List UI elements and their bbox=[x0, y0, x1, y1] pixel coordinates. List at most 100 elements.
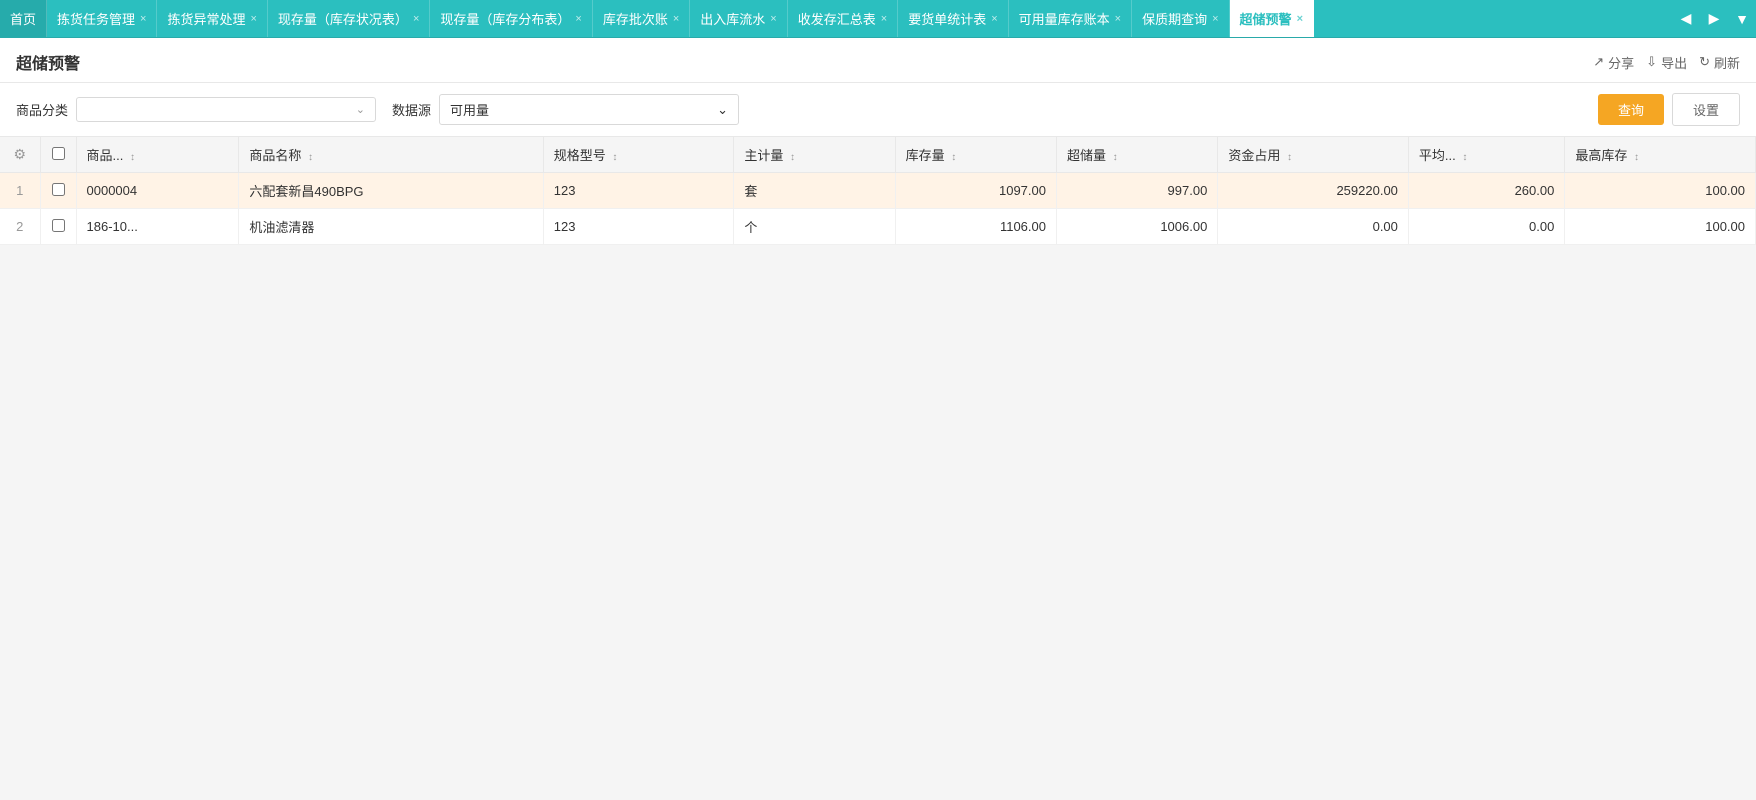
cell-avg: 260.00 bbox=[1408, 173, 1564, 209]
close-icon[interactable]: × bbox=[250, 13, 256, 25]
row-checkbox-cell[interactable] bbox=[40, 209, 76, 245]
cell-product-name: 机油滤清器 bbox=[239, 209, 543, 245]
cell-product-name: 六配套新昌490BPG bbox=[239, 173, 543, 209]
col-product-code[interactable]: 商品... ↕ bbox=[76, 137, 239, 173]
close-icon[interactable]: × bbox=[1297, 13, 1303, 25]
sort-icon: ↕ bbox=[951, 152, 956, 163]
col-over-stock[interactable]: 超储量 ↕ bbox=[1056, 137, 1217, 173]
gear-icon[interactable]: ⚙ bbox=[13, 146, 26, 162]
export-icon: ⇩ bbox=[1646, 54, 1657, 70]
row-number: 2 bbox=[0, 209, 40, 245]
chevron-down-icon: ⌄ bbox=[356, 103, 365, 116]
nav-next-button[interactable]: ▶ bbox=[1700, 0, 1728, 38]
sort-icon: ↕ bbox=[1634, 152, 1639, 163]
nav-label: 库存批次账 bbox=[603, 9, 668, 28]
share-button[interactable]: ↗ 分享 bbox=[1593, 53, 1634, 72]
chevron-down-icon: ⌄ bbox=[717, 102, 728, 118]
share-icon: ↗ bbox=[1593, 54, 1604, 70]
close-icon[interactable]: × bbox=[991, 13, 997, 25]
row-checkbox[interactable] bbox=[52, 219, 65, 232]
nav-more-button[interactable]: ▼ bbox=[1728, 0, 1756, 38]
col-max-stock[interactable]: 最高库存 ↕ bbox=[1565, 137, 1756, 173]
nav-item-stock-status[interactable]: 现存量（库存状况表） × bbox=[268, 0, 430, 38]
col-capital[interactable]: 资金占用 ↕ bbox=[1218, 137, 1409, 173]
select-all-checkbox[interactable] bbox=[52, 147, 65, 160]
nav-label: 现存量（库存状况表） bbox=[278, 9, 408, 28]
nav-item-expiry[interactable]: 保质期查询 × bbox=[1132, 0, 1229, 38]
nav-item-available[interactable]: 可用量库存账本 × bbox=[1009, 0, 1132, 38]
nav-label: 拣货异常处理 bbox=[167, 9, 245, 28]
filter-category-group: 商品分类 ⌄ bbox=[16, 97, 376, 122]
sort-icon: ↕ bbox=[790, 152, 795, 163]
datasource-label: 数据源 bbox=[392, 100, 431, 119]
cell-max-stock: 100.00 bbox=[1565, 209, 1756, 245]
nav-label: 要货单统计表 bbox=[908, 9, 986, 28]
nav-label: 出入库流水 bbox=[700, 9, 765, 28]
cell-max-stock: 100.00 bbox=[1565, 173, 1756, 209]
row-number: 1 bbox=[0, 173, 40, 209]
close-icon[interactable]: × bbox=[881, 13, 887, 25]
sort-icon: ↕ bbox=[1113, 152, 1118, 163]
nav-item-summary[interactable]: 收发存汇总表 × bbox=[788, 0, 898, 38]
col-stock[interactable]: 库存量 ↕ bbox=[895, 137, 1056, 173]
col-unit[interactable]: 主计量 ↕ bbox=[734, 137, 895, 173]
col-avg[interactable]: 平均... ↕ bbox=[1408, 137, 1564, 173]
category-select[interactable]: ⌄ bbox=[76, 97, 376, 122]
nav-label: 收发存汇总表 bbox=[798, 9, 876, 28]
cell-product-code: 186-10... bbox=[76, 209, 239, 245]
nav-label: 保质期查询 bbox=[1142, 9, 1207, 28]
close-icon[interactable]: × bbox=[575, 13, 581, 25]
row-checkbox[interactable] bbox=[52, 183, 65, 196]
nav-label: 可用量库存账本 bbox=[1019, 9, 1110, 28]
nav-prev-button[interactable]: ◀ bbox=[1672, 0, 1700, 38]
row-checkbox-cell[interactable] bbox=[40, 173, 76, 209]
table-row: 2 186-10... 机油滤清器 123 个 1106.00 1006.00 … bbox=[0, 209, 1756, 245]
nav-item-batch[interactable]: 库存批次账 × bbox=[593, 0, 690, 38]
nav-item-order-stat[interactable]: 要货单统计表 × bbox=[898, 0, 1008, 38]
cell-spec: 123 bbox=[543, 173, 734, 209]
close-icon[interactable]: × bbox=[140, 13, 146, 25]
close-icon[interactable]: × bbox=[673, 13, 679, 25]
refresh-icon: ↻ bbox=[1699, 54, 1710, 70]
cell-over-stock: 997.00 bbox=[1056, 173, 1217, 209]
table-body: 1 0000004 六配套新昌490BPG 123 套 1097.00 997.… bbox=[0, 173, 1756, 245]
nav-item-flow[interactable]: 出入库流水 × bbox=[690, 0, 787, 38]
cell-avg: 0.00 bbox=[1408, 209, 1564, 245]
nav-item-home[interactable]: 首页 bbox=[0, 0, 47, 38]
datasource-select[interactable]: 可用量 ⌄ bbox=[439, 94, 739, 125]
nav-label: 超储预警 bbox=[1240, 9, 1292, 28]
category-label: 商品分类 bbox=[16, 100, 68, 119]
top-nav: 首页 拣货任务管理 × 拣货异常处理 × 现存量（库存状况表） × 现存量（库存… bbox=[0, 0, 1756, 38]
page-title: 超储预警 bbox=[16, 50, 80, 74]
close-icon[interactable]: × bbox=[770, 13, 776, 25]
table-container: ⚙ 商品... ↕ 商品名称 ↕ 规格型号 ↕ bbox=[0, 136, 1756, 245]
query-button[interactable]: 查询 bbox=[1598, 94, 1664, 125]
nav-item-abnormal[interactable]: 拣货异常处理 × bbox=[157, 0, 267, 38]
datasource-value: 可用量 bbox=[450, 100, 489, 119]
sort-icon: ↕ bbox=[1287, 152, 1292, 163]
export-button[interactable]: ⇩ 导出 bbox=[1646, 53, 1687, 72]
close-icon[interactable]: × bbox=[1115, 13, 1121, 25]
nav-item-task[interactable]: 拣货任务管理 × bbox=[47, 0, 157, 38]
filter-datasource-group: 数据源 可用量 ⌄ bbox=[392, 94, 739, 125]
filter-right-actions: 查询 设置 bbox=[1598, 93, 1740, 126]
settings-button[interactable]: 设置 bbox=[1672, 93, 1740, 126]
refresh-button[interactable]: ↻ 刷新 bbox=[1699, 53, 1740, 72]
close-icon[interactable]: × bbox=[413, 13, 419, 25]
col-product-name[interactable]: 商品名称 ↕ bbox=[239, 137, 543, 173]
nav-item-stock-dist[interactable]: 现存量（库存分布表） × bbox=[430, 0, 592, 38]
nav-item-overstock[interactable]: 超储预警 × bbox=[1230, 0, 1314, 38]
col-checkbox-header[interactable] bbox=[40, 137, 76, 173]
page-container: 超储预警 ↗ 分享 ⇩ 导出 ↻ 刷新 商品分类 ⌄ 数据源 bbox=[0, 38, 1756, 245]
sort-icon: ↕ bbox=[612, 152, 617, 163]
nav-label: 拣货任务管理 bbox=[57, 9, 135, 28]
cell-stock: 1097.00 bbox=[895, 173, 1056, 209]
cell-product-code: 0000004 bbox=[76, 173, 239, 209]
col-settings[interactable]: ⚙ bbox=[0, 137, 40, 173]
cell-capital: 0.00 bbox=[1218, 209, 1409, 245]
col-spec[interactable]: 规格型号 ↕ bbox=[543, 137, 734, 173]
page-header: 超储预警 ↗ 分享 ⇩ 导出 ↻ 刷新 bbox=[0, 38, 1756, 83]
nav-label: 现存量（库存分布表） bbox=[440, 9, 570, 28]
table-header-row: ⚙ 商品... ↕ 商品名称 ↕ 规格型号 ↕ bbox=[0, 137, 1756, 173]
close-icon[interactable]: × bbox=[1212, 13, 1218, 25]
